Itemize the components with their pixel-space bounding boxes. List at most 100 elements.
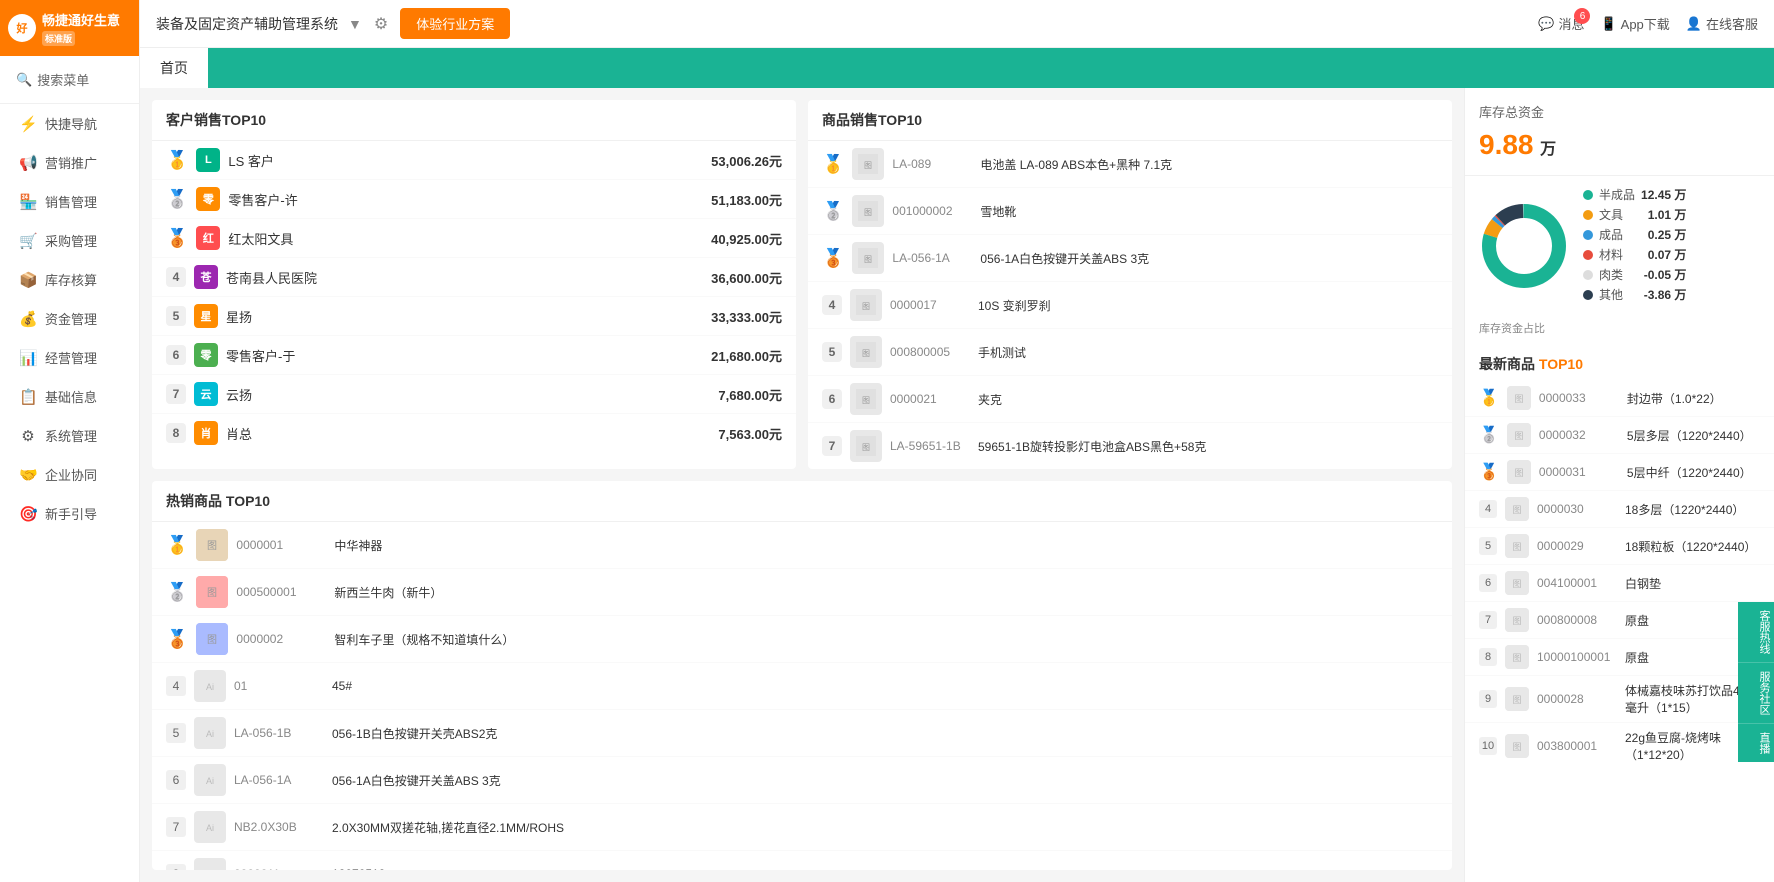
service-btn[interactable]: 👤 在线客服 (1686, 14, 1758, 33)
product-thumb-small: 图 (1505, 734, 1529, 758)
float-buttons: 客服热线 服务社区 直播 (1738, 602, 1774, 762)
product-code: 001000002 (892, 204, 972, 218)
sidebar-item-label-inventory: 库存核算 (45, 270, 97, 289)
rank-number: 4 (822, 295, 842, 315)
sidebar-item-base-info[interactable]: 📋 基础信息 (0, 377, 139, 416)
new-products-top10: TOP10 (1539, 356, 1583, 372)
medal-icon: 🥉 (166, 629, 188, 650)
rank-number: 7 (166, 384, 186, 404)
product-thumb-small: 图 (1505, 687, 1529, 711)
product-code: 0000017 (890, 298, 970, 312)
sidebar-item-guide[interactable]: 🎯 新手引导 (0, 494, 139, 533)
legend-value: -3.86 万 (1644, 286, 1687, 303)
list-item: 🥈 图 000500001 新西兰牛肉（新牛） (152, 569, 1452, 616)
tab-home[interactable]: 首页 (140, 48, 208, 88)
rank-number: 10 (1479, 737, 1497, 755)
search-menu-label: 搜索菜单 (37, 70, 89, 89)
medal-icon: 🥇 (166, 535, 188, 556)
rank-number: 7 (166, 817, 186, 837)
logo-icon: 好 (8, 14, 36, 42)
message-btn[interactable]: 💬 消息 6 (1538, 14, 1584, 33)
product-code: 0000028 (1537, 692, 1617, 706)
app-download-btn[interactable]: 📱 App下载 (1600, 14, 1669, 33)
sidebar-item-finance[interactable]: 💰 资金管理 (0, 299, 139, 338)
sidebar-item-quick-nav[interactable]: ⚡ 快捷导航 (0, 104, 139, 143)
float-service-btn[interactable]: 客服热线 (1738, 602, 1774, 663)
legend-color (1583, 230, 1593, 240)
sidebar-item-operations[interactable]: 📊 经营管理 (0, 338, 139, 377)
product-code: 0000001 (236, 538, 326, 552)
hot-products-panel: 热销商品 TOP10 🥇 图 0000001 中华神器 🥈 图 00050000… (152, 481, 1452, 870)
product-code: 0000031 (1539, 465, 1619, 479)
product-name: 白钢垫 (1625, 575, 1661, 592)
legend-color (1583, 210, 1593, 220)
marketing-icon: 📢 (19, 154, 37, 172)
rank-number: 7 (1479, 611, 1497, 629)
sidebar-item-marketing[interactable]: 📢 营销推广 (0, 143, 139, 182)
customer-name: 零售客户-于 (226, 346, 703, 365)
product-code: 10000100001 (1537, 650, 1617, 664)
customer-amount: 53,006.26元 (711, 151, 782, 170)
medal-icon: 🥉 (166, 228, 188, 249)
medal-icon: 🥈 (1479, 425, 1499, 445)
product-ranking-header: 商品销售TOP10 (808, 100, 1452, 141)
list-item: 🥉 图 0000002 智利车子里（规格不知道填什么） (152, 616, 1452, 663)
rank-number: 5 (166, 306, 186, 326)
list-item: 6 图 004100001 白钢垫 (1465, 565, 1774, 602)
trial-button[interactable]: 体验行业方案 (400, 8, 510, 39)
rank-item: 🥉 红 红太阳文具 40,925.00元 (152, 219, 796, 258)
product-code: LA-089 (892, 157, 972, 171)
app-logo: 好 畅捷通好生意 标准版 (0, 0, 139, 56)
purchase-icon: 🛒 (19, 232, 37, 250)
product-thumbnail: 图 (852, 195, 884, 227)
search-menu-btn[interactable]: 🔍 搜索菜单 (8, 64, 131, 95)
customer-amount: 36,600.00元 (711, 268, 782, 287)
product-thumbnail: 图 (196, 623, 228, 655)
new-products-title: 最新商品 TOP10 (1465, 344, 1774, 380)
sidebar-item-system[interactable]: ⚙ 系统管理 (0, 416, 139, 455)
product-name: 5层中纤（1220*2440） (1627, 464, 1752, 481)
customer-amount: 40,925.00元 (711, 229, 782, 248)
svg-text:图: 图 (1512, 505, 1521, 515)
float-live-btn[interactable]: 直播 (1738, 724, 1774, 762)
gear-icon[interactable]: ⚙ (374, 14, 388, 34)
product-code: 004100001 (1537, 576, 1617, 590)
product-name: 中华神器 (334, 537, 382, 554)
list-item: 5 Ai LA-056-1B 056-1B白色按键开关壳ABS2克 (152, 710, 1452, 757)
app-icon: 📱 (1600, 16, 1616, 32)
rank-number: 8 (166, 423, 186, 443)
rank-number: 5 (822, 342, 842, 362)
svg-text:图: 图 (207, 634, 217, 646)
sidebar-item-inventory[interactable]: 📦 库存核算 (0, 260, 139, 299)
svg-text:图: 图 (1514, 431, 1523, 441)
sidebar-item-label-finance: 资金管理 (45, 309, 97, 328)
product-code: 0000029 (1537, 539, 1617, 553)
legend-item: 半成品 12.45 万 (1583, 186, 1686, 203)
product-name: 封边带（1.0*22） (1627, 390, 1722, 407)
product-code: 0000033 (1539, 391, 1619, 405)
sidebar-item-purchase[interactable]: 🛒 采购管理 (0, 221, 139, 260)
legend-value: -0.05 万 (1644, 266, 1687, 283)
product-name: 056-1A白色按键开关盖ABS 3克 (980, 250, 1149, 267)
system-selector[interactable]: 装备及固定资产辅助管理系统 ▼ (156, 14, 362, 34)
legend-label: 半成品 (1599, 186, 1635, 203)
svg-text:Ai: Ai (206, 823, 214, 833)
rank-item: 7 图 LA-59651-1B 59651-1B旋转投影灯电池盒ABS黑色+58… (808, 423, 1452, 469)
sidebar-item-collaboration[interactable]: 🤝 企业协同 (0, 455, 139, 494)
customer-avatar: 零 (194, 343, 218, 367)
product-code: 000800005 (890, 345, 970, 359)
sidebar-item-sales[interactable]: 🏪 销售管理 (0, 182, 139, 221)
product-thumb-small: 图 (1507, 386, 1531, 410)
product-name: 10S 变刹罗刹 (978, 297, 1051, 314)
customer-ranking-panel: 客户销售TOP10 🥇 L LS 客户 53,006.26元 🥈 零 零售客户-… (152, 100, 796, 469)
product-thumbnail: 图 (850, 383, 882, 415)
product-thumbnail: Ai (194, 717, 226, 749)
float-community-btn[interactable]: 服务社区 (1738, 663, 1774, 724)
customer-avatar: L (196, 148, 220, 172)
message-icon: 💬 (1538, 16, 1554, 32)
rank-number: 7 (822, 436, 842, 456)
customer-ranking-list: 🥇 L LS 客户 53,006.26元 🥈 零 零售客户-许 51,183.0… (152, 141, 796, 452)
svg-text:图: 图 (1514, 394, 1523, 404)
rank-number: 4 (1479, 500, 1497, 518)
sidebar-item-label-system: 系统管理 (45, 426, 97, 445)
